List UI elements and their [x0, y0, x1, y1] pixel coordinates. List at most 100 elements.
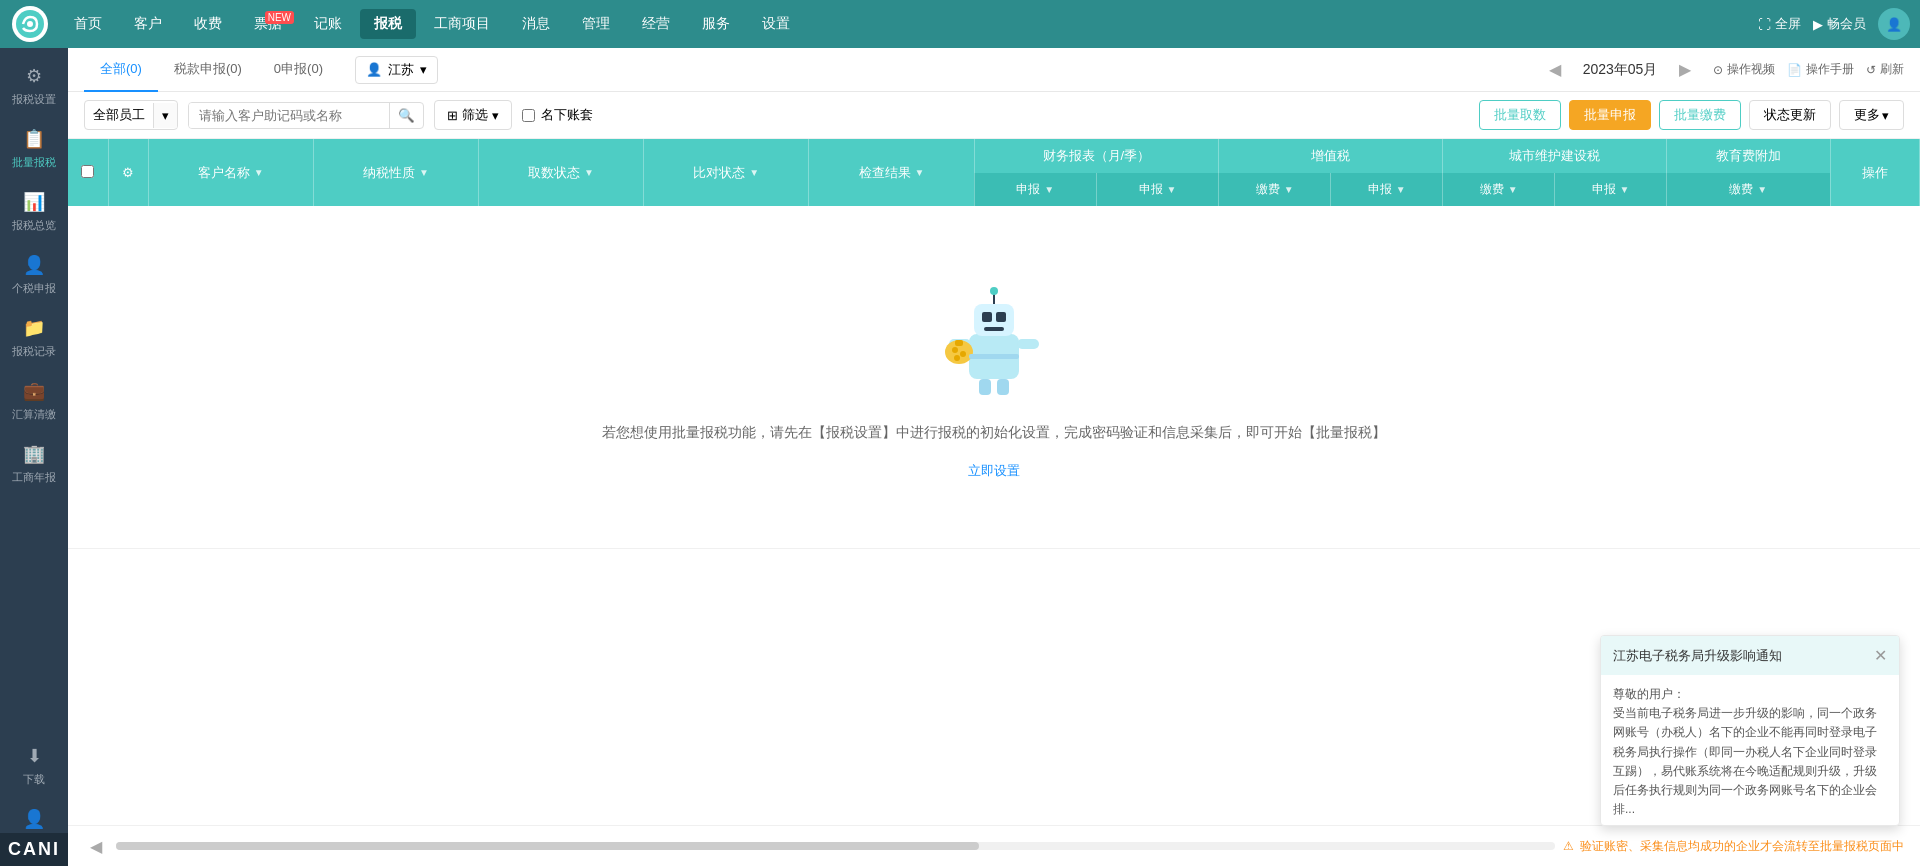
tax-settings-icon: ⚙: [22, 64, 46, 88]
financial-declare-filter-icon[interactable]: ▼: [1044, 184, 1054, 195]
sidebar-item-settlement[interactable]: 💼 汇算清缴: [4, 371, 64, 430]
employee-filter[interactable]: 全部员工 ▾: [84, 100, 178, 130]
warn-text: 验证账密、采集信息均成功的企业才会流转至批量报税页面中: [1580, 838, 1904, 855]
status-update-button[interactable]: 状态更新: [1749, 100, 1831, 130]
prev-month-button[interactable]: ◀: [1543, 58, 1567, 82]
sidebar-item-tax-record[interactable]: 📁 报税记录: [4, 308, 64, 367]
nav-manage[interactable]: 管理: [568, 9, 624, 39]
nav-message[interactable]: 消息: [508, 9, 564, 39]
refresh-icon: ↺: [1866, 63, 1876, 77]
th-tax-nature: 纳税性质 ▼: [313, 139, 478, 206]
th-compare-status: 比对状态 ▼: [644, 139, 809, 206]
sidebar-item-tax-overview[interactable]: 📊 报税总览: [4, 182, 64, 241]
fullscreen-label: 全屏: [1775, 15, 1801, 33]
th-operation: 操作: [1830, 139, 1919, 206]
sidebar-label-download: 下载: [23, 772, 45, 787]
sub-account-checkbox-label[interactable]: 名下账套: [522, 106, 593, 124]
search-input[interactable]: [189, 103, 389, 128]
empty-state-cell: 若您想使用批量报税功能，请先在【报税设置】中进行报税的初始化设置，完成密码验证和…: [68, 206, 1920, 549]
nav-commerce[interactable]: 工商项目: [420, 9, 504, 39]
next-month-button[interactable]: ▶: [1673, 58, 1697, 82]
vat-pay-filter-icon[interactable]: ▼: [1284, 184, 1294, 195]
vat-declare-filter-icon[interactable]: ▼: [1167, 184, 1177, 195]
vip-label: 畅会员: [1827, 15, 1866, 33]
filter-label: 筛选: [462, 106, 488, 124]
svg-rect-12: [955, 340, 963, 346]
fetch-status-filter-icon[interactable]: ▼: [584, 167, 594, 178]
notification-close-button[interactable]: ✕: [1874, 646, 1887, 665]
province-selector[interactable]: 👤 江苏 ▾: [355, 56, 438, 84]
th-edu-surcharge: 教育费附加: [1667, 139, 1831, 173]
sub-account-checkbox[interactable]: [522, 109, 535, 122]
nav-right: ⛶ 全屏 ▶ 畅会员 👤: [1758, 8, 1910, 40]
filter-button[interactable]: ⊞ 筛选 ▾: [434, 100, 512, 130]
compare-status-filter-icon[interactable]: ▼: [749, 167, 759, 178]
tax-nature-filter-icon[interactable]: ▼: [419, 167, 429, 178]
svg-rect-10: [997, 379, 1009, 395]
batch-fetch-button[interactable]: 批量取数: [1479, 100, 1561, 130]
nav-invoice[interactable]: 票据 NEW: [240, 9, 296, 39]
warn-icon: ⚠: [1563, 839, 1574, 853]
video-icon: ⊙: [1713, 63, 1723, 77]
action-refresh[interactable]: ↺ 刷新: [1866, 61, 1904, 78]
th-check-result-text: 检查结果: [859, 164, 911, 182]
scroll-left-button[interactable]: ◀: [84, 834, 108, 858]
action-manual-label: 操作手册: [1806, 61, 1854, 78]
more-label: 更多: [1854, 106, 1880, 124]
select-all-checkbox[interactable]: [81, 165, 94, 178]
action-refresh-label: 刷新: [1880, 61, 1904, 78]
download-icon: ⬇: [22, 744, 46, 768]
th-checkbox[interactable]: [68, 139, 108, 206]
nav-operation[interactable]: 经营: [628, 9, 684, 39]
cani-brand: CANI: [0, 833, 68, 866]
sidebar-item-personal-tax[interactable]: 👤 个税申报: [4, 245, 64, 304]
avatar[interactable]: 👤: [1878, 8, 1910, 40]
tax-record-icon: 📁: [22, 316, 46, 340]
nav-service[interactable]: 服务: [688, 9, 744, 39]
sidebar-item-batch-tax[interactable]: 📋 批量报税: [4, 119, 64, 178]
batch-declare-button[interactable]: 批量申报: [1569, 100, 1651, 130]
svg-rect-3: [974, 304, 1014, 336]
city-pay-filter-icon[interactable]: ▼: [1508, 184, 1518, 195]
th-compare-status-text: 比对状态: [693, 164, 745, 182]
svg-rect-8: [1017, 339, 1039, 349]
action-manual[interactable]: 📄 操作手册: [1787, 61, 1854, 78]
nav-customer[interactable]: 客户: [120, 9, 176, 39]
city-declare-filter-icon[interactable]: ▼: [1396, 184, 1406, 195]
edu-pay-filter-icon[interactable]: ▼: [1757, 184, 1767, 195]
setup-link[interactable]: 立即设置: [968, 462, 1020, 480]
customer-filter-icon[interactable]: ▼: [254, 167, 264, 178]
nav-billing[interactable]: 收费: [180, 9, 236, 39]
edu-declare-filter-icon[interactable]: ▼: [1620, 184, 1630, 195]
nav-settings[interactable]: 设置: [748, 9, 804, 39]
sidebar-download[interactable]: ⬇ 下载: [4, 736, 64, 795]
th-edu-declare: 申报 ▼: [1555, 173, 1667, 206]
fullscreen-btn[interactable]: ⛶ 全屏: [1758, 15, 1801, 33]
tab-tax-declare[interactable]: 税款申报(0): [158, 48, 258, 92]
more-button[interactable]: 更多 ▾: [1839, 100, 1904, 130]
search-button[interactable]: 🔍: [389, 103, 423, 128]
horizontal-scrollbar[interactable]: [116, 842, 1555, 850]
tab-all-count: 0: [130, 61, 137, 76]
nav-home[interactable]: 首页: [60, 9, 116, 39]
settings-icon[interactable]: ⚙: [122, 165, 134, 180]
logo[interactable]: [10, 4, 50, 44]
sidebar-item-annual-report[interactable]: 🏢 工商年报: [4, 434, 64, 493]
svg-point-15: [954, 355, 960, 361]
action-video[interactable]: ⊙ 操作视频: [1713, 61, 1775, 78]
manual-icon: 📄: [1787, 63, 1802, 77]
batch-pay-button[interactable]: 批量缴费: [1659, 100, 1741, 130]
avatar-icon: 👤: [1886, 17, 1902, 32]
tab-zero-declare[interactable]: 0申报(0): [258, 48, 339, 92]
month-navigation: ◀ 2023年05月 ▶: [1543, 58, 1697, 82]
tab-all[interactable]: 全部(0): [84, 48, 158, 92]
vip-btn[interactable]: ▶ 畅会员: [1813, 15, 1866, 33]
sidebar-item-tax-settings[interactable]: ⚙ 报税设置: [4, 56, 64, 115]
check-result-filter-icon[interactable]: ▼: [915, 167, 925, 178]
nav-tax[interactable]: 报税: [360, 9, 416, 39]
svg-rect-18: [969, 354, 1019, 359]
vip-icon: ▶: [1813, 17, 1823, 32]
nav-accounting[interactable]: 记账: [300, 9, 356, 39]
tab-all-label: 全部: [100, 61, 126, 76]
employee-filter-arrow[interactable]: ▾: [153, 103, 177, 128]
